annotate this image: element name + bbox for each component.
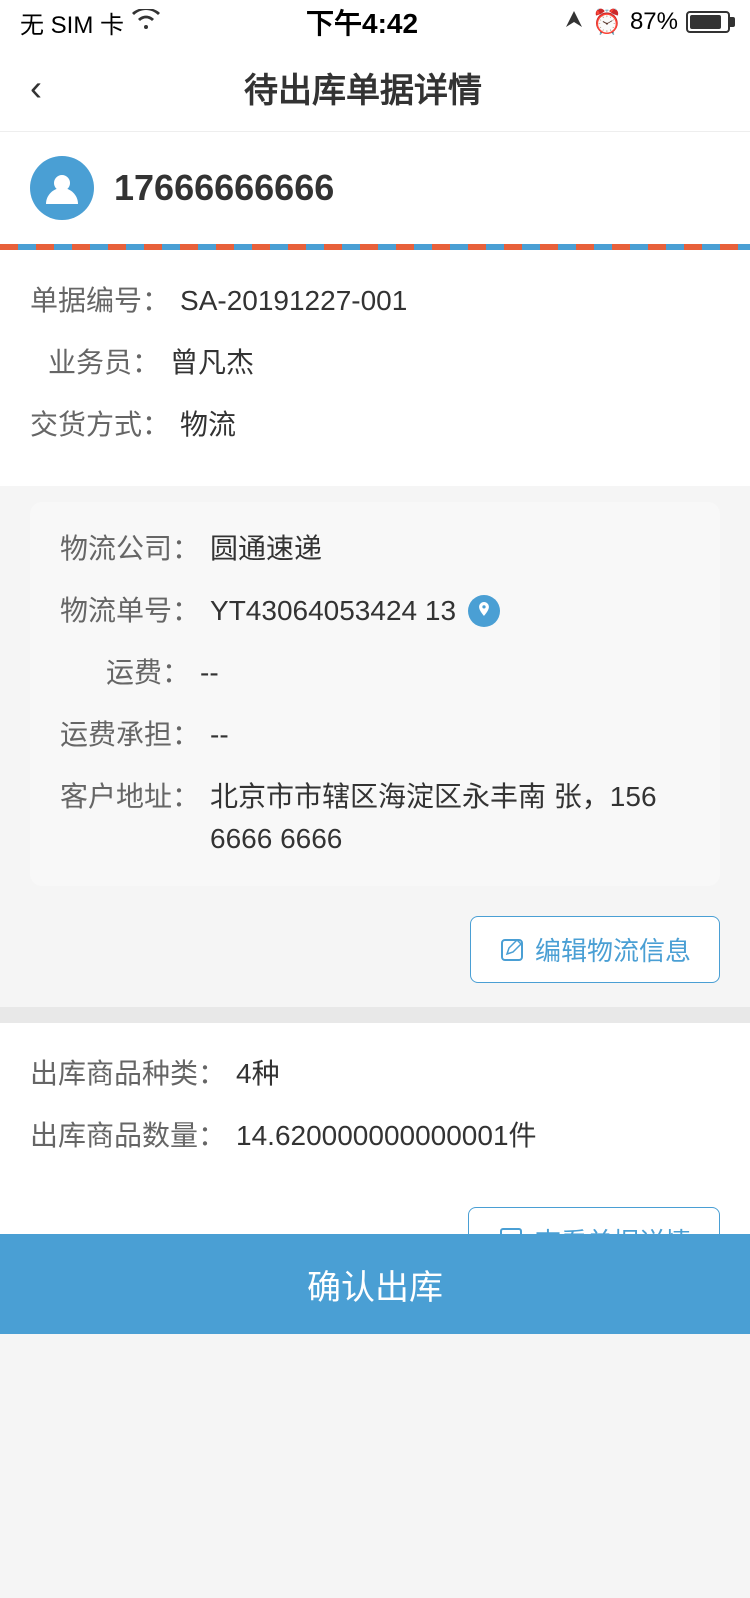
goods-quantity-value: 14.620000000000001件 [236, 1115, 720, 1157]
delivery-row: 交货方式： 物流 [30, 404, 720, 446]
address-row: 客户地址： 北京市市辖区海淀区永丰南 张，156 6666 6666 [60, 776, 690, 860]
status-bar: 无 SIM 卡 下午4:42 ⏰ 87% [0, 0, 750, 44]
salesman-row: 业务员： 曾凡杰 [30, 342, 720, 384]
alarm-icon: ⏰ [592, 8, 622, 37]
delivery-label: 交货方式： [30, 404, 180, 446]
carrier-label: 无 SIM 卡 [20, 5, 124, 40]
goods-types-label: 出库商品种类： [30, 1053, 236, 1095]
logistics-tracking-label: 物流单号： [60, 590, 210, 632]
status-time: 下午4:42 [306, 2, 418, 42]
section-divider [0, 1007, 750, 1023]
nav-bar: ‹ 待出库单据详情 [0, 44, 750, 132]
address-value: 北京市市辖区海淀区永丰南 张，156 6666 6666 [210, 776, 690, 860]
goods-quantity-row: 出库商品数量： 14.620000000000001件 [30, 1115, 720, 1157]
freight-bear-row: 运费承担： -- [60, 714, 690, 756]
goods-section: 出库商品种类： 4种 出库商品数量： 14.620000000000001件 [0, 1023, 750, 1197]
order-no-value: SA-20191227-001 [180, 280, 720, 322]
logistics-card: 物流公司： 圆通速递 物流单号： YT43064053424 13 运费： --… [30, 502, 720, 886]
freight-label: 运费： [60, 652, 200, 694]
logistics-tracking-row: 物流单号： YT43064053424 13 [60, 590, 690, 632]
status-right: ⏰ 87% [564, 8, 730, 37]
freight-bear-value: -- [210, 714, 690, 756]
order-no-label: 单据编号： [30, 280, 180, 322]
gps-icon [564, 8, 584, 36]
edit-icon [499, 937, 525, 963]
freight-bear-label: 运费承担： [60, 714, 210, 756]
goods-quantity-label: 出库商品数量： [30, 1115, 236, 1157]
edit-logistics-button[interactable]: 编辑物流信息 [470, 916, 720, 983]
edit-btn-row: 编辑物流信息 [0, 906, 750, 1007]
customer-header: 17666666666 [0, 132, 750, 244]
logistics-tracking-value: YT43064053424 13 [210, 590, 690, 632]
customer-phone: 17666666666 [114, 167, 334, 209]
delivery-value: 物流 [180, 404, 720, 446]
wifi-icon [132, 8, 160, 36]
order-no-row: 单据编号： SA-20191227-001 [30, 280, 720, 322]
address-label: 客户地址： [60, 776, 210, 818]
location-icon[interactable] [468, 595, 500, 627]
logistics-company-label: 物流公司： [60, 528, 210, 570]
battery-icon [686, 11, 730, 33]
back-button[interactable]: ‹ [30, 67, 42, 109]
page-title: 待出库单据详情 [62, 63, 664, 112]
salesman-value: 曾凡杰 [170, 342, 720, 384]
avatar [30, 156, 94, 220]
battery-percent: 87% [630, 8, 678, 36]
logistics-company-value: 圆通速递 [210, 528, 690, 570]
freight-row: 运费： -- [60, 652, 690, 694]
confirm-button-label: 确认出库 [307, 1260, 443, 1309]
confirm-bar[interactable]: 确认出库 [0, 1234, 750, 1334]
order-info-section: 单据编号： SA-20191227-001 业务员： 曾凡杰 交货方式： 物流 [0, 250, 750, 486]
salesman-label: 业务员： [30, 342, 170, 384]
logistics-company-row: 物流公司： 圆通速递 [60, 528, 690, 570]
status-left: 无 SIM 卡 [20, 5, 160, 40]
goods-types-value: 4种 [236, 1053, 720, 1095]
freight-value: -- [200, 652, 690, 694]
goods-types-row: 出库商品种类： 4种 [30, 1053, 720, 1095]
